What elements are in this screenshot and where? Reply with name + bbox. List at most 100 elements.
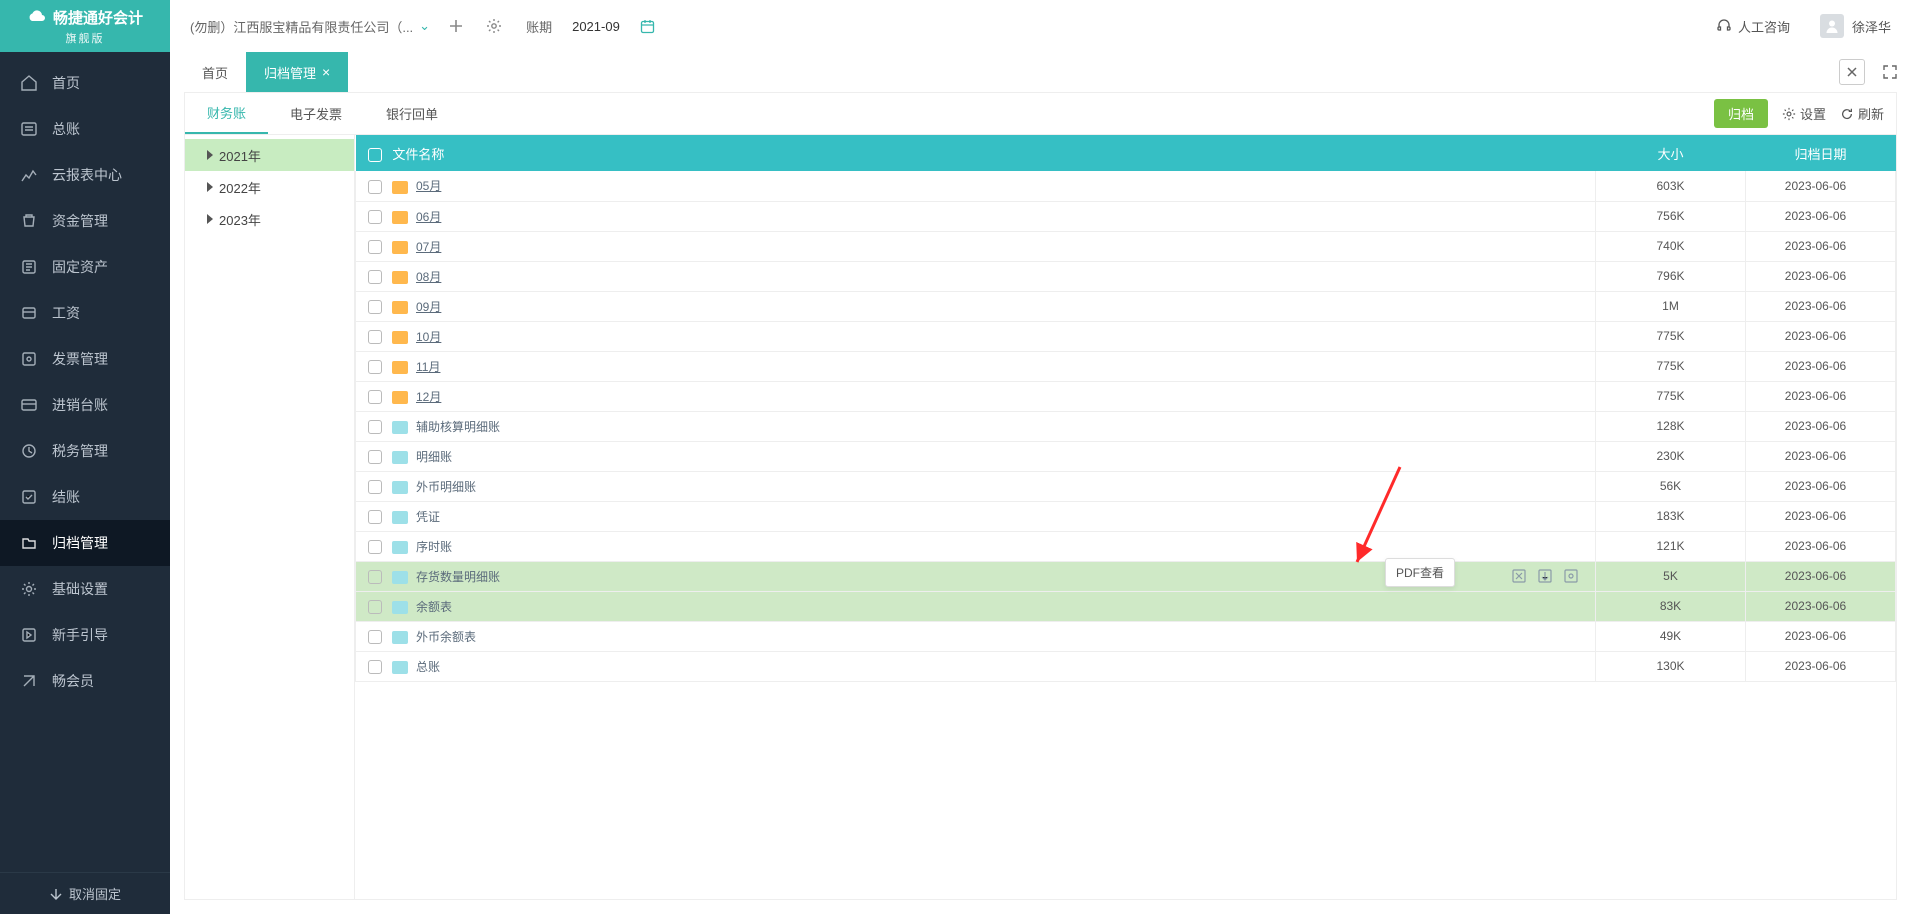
row-checkbox[interactable] <box>368 300 382 314</box>
table-row[interactable]: 06月756K2023-06-06 <box>356 201 1896 231</box>
sidebar-item-0[interactable]: 首页 <box>0 60 170 106</box>
row-checkbox[interactable] <box>368 180 382 194</box>
sidebar-item-12[interactable]: 新手引导 <box>0 612 170 658</box>
archive-button[interactable]: 归档 <box>1714 99 1768 128</box>
row-checkbox[interactable] <box>368 210 382 224</box>
subtab-finance[interactable]: 财务账 <box>185 93 268 134</box>
subtab-bankslip[interactable]: 银行回单 <box>364 93 460 134</box>
table-row[interactable]: 08月796K2023-06-06 <box>356 261 1896 291</box>
calendar-icon[interactable] <box>640 19 655 34</box>
sidebar-item-3[interactable]: 资金管理 <box>0 198 170 244</box>
row-checkbox[interactable] <box>368 390 382 404</box>
consult-button[interactable]: 人工咨询 <box>1716 17 1790 36</box>
file-name-link[interactable]: 07月 <box>416 240 441 254</box>
col-name-header: 文件名称 <box>392 147 444 162</box>
table-row[interactable]: 11月775K2023-06-06 <box>356 351 1896 381</box>
subtab-einvoice[interactable]: 电子发票 <box>268 93 364 134</box>
file-name: 辅助核算明细账 <box>416 420 500 434</box>
file-date: 2023-06-06 <box>1746 621 1896 651</box>
table-row[interactable]: 12月 775K2023-06-06 <box>356 381 1896 411</box>
sidebar-item-9[interactable]: 结账 <box>0 474 170 520</box>
table-row[interactable]: 07月740K2023-06-06 <box>356 231 1896 261</box>
row-checkbox[interactable] <box>368 570 382 584</box>
sidebar-item-7[interactable]: 进销台账 <box>0 382 170 428</box>
table-row[interactable]: 明细账230K2023-06-06 <box>356 441 1896 471</box>
tree-year-2[interactable]: 2023年 <box>185 203 354 235</box>
sidebar-item-label: 税务管理 <box>52 441 108 461</box>
row-checkbox[interactable] <box>368 600 382 614</box>
sidebar-item-label: 发票管理 <box>52 349 108 369</box>
sidebar-item-1[interactable]: 总账 <box>0 106 170 152</box>
refresh-link[interactable]: 刷新 <box>1840 104 1884 123</box>
file-date: 2023-06-06 <box>1746 381 1896 411</box>
sidebar-item-5[interactable]: 工资 <box>0 290 170 336</box>
file-name: 凭证 <box>416 510 440 524</box>
select-all-checkbox[interactable] <box>368 148 382 162</box>
sidebar-item-13[interactable]: 畅会员 <box>0 658 170 704</box>
row-checkbox[interactable] <box>368 240 382 254</box>
table-row[interactable]: 序时账121K2023-06-06 <box>356 531 1896 561</box>
tab-archive[interactable]: 归档管理 × <box>246 52 348 92</box>
refresh-icon <box>1840 107 1854 121</box>
excel-download-icon[interactable] <box>1511 568 1527 584</box>
table-row[interactable]: 存货数量明细账5K2023-06-06 <box>356 561 1896 591</box>
file-name-link[interactable]: 06月 <box>416 210 441 224</box>
sidebar-item-11[interactable]: 基础设置 <box>0 566 170 612</box>
row-checkbox[interactable] <box>368 510 382 524</box>
sidebar-item-8[interactable]: 税务管理 <box>0 428 170 474</box>
tabbar-close-icon[interactable] <box>1839 59 1865 85</box>
row-checkbox[interactable] <box>368 360 382 374</box>
file-name: 外币余额表 <box>416 630 476 644</box>
file-date: 2023-06-06 <box>1746 561 1896 591</box>
file-name-link[interactable]: 05月 <box>416 179 441 193</box>
file-name-link[interactable]: 08月 <box>416 270 441 284</box>
tree-year-1[interactable]: 2022年 <box>185 171 354 203</box>
table-row[interactable]: 09月1M2023-06-06 <box>356 291 1896 321</box>
chevron-down-icon: ⌄ <box>419 18 430 34</box>
user-block[interactable]: 徐泽华 <box>1820 14 1891 38</box>
sidebar-item-2[interactable]: 云报表中心 <box>0 152 170 198</box>
company-selector[interactable]: (勿删）江西服宝精品有限责任公司（... ⌄ <box>190 17 430 36</box>
close-icon[interactable]: × <box>322 64 330 80</box>
file-size: 775K <box>1596 381 1746 411</box>
file-name-link[interactable]: 11月 <box>416 360 440 374</box>
nav-list: 首页总账云报表中心资金管理固定资产工资发票管理进销台账税务管理结账归档管理基础设… <box>0 52 170 872</box>
nav-icon-13 <box>20 672 38 690</box>
row-checkbox[interactable] <box>368 330 382 344</box>
table-row[interactable]: 10月775K2023-06-06 <box>356 321 1896 351</box>
tree-year-0[interactable]: 2021年 <box>185 139 354 171</box>
table-row[interactable]: 辅助核算明细账128K2023-06-06 <box>356 411 1896 441</box>
file-date: 2023-06-06 <box>1746 291 1896 321</box>
table-row[interactable]: 外币明细账56K2023-06-06 <box>356 471 1896 501</box>
file-name-link[interactable]: 10月 <box>416 330 441 344</box>
row-checkbox[interactable] <box>368 630 382 644</box>
table-row[interactable]: 05月603K2023-06-06 <box>356 171 1896 201</box>
row-checkbox[interactable] <box>368 660 382 674</box>
gear-icon[interactable] <box>482 14 506 38</box>
row-checkbox[interactable] <box>368 270 382 284</box>
pdf-download-icon[interactable] <box>1537 568 1553 584</box>
row-checkbox[interactable] <box>368 540 382 554</box>
settings-link[interactable]: 设置 <box>1782 104 1826 123</box>
row-checkbox[interactable] <box>368 450 382 464</box>
file-name-link[interactable]: 12月 <box>416 390 441 404</box>
tab-home[interactable]: 首页 <box>184 52 246 92</box>
sidebar-item-6[interactable]: 发票管理 <box>0 336 170 382</box>
file-name-link[interactable]: 09月 <box>416 300 441 314</box>
nav-icon-5 <box>20 304 38 322</box>
fullscreen-icon[interactable] <box>1877 59 1903 85</box>
sidebar-item-4[interactable]: 固定资产 <box>0 244 170 290</box>
row-checkbox[interactable] <box>368 420 382 434</box>
pdf-view-icon[interactable] <box>1563 568 1579 584</box>
row-checkbox[interactable] <box>368 480 382 494</box>
sidebar-item-10[interactable]: 归档管理 <box>0 520 170 566</box>
table-row[interactable]: 外币余额表49K2023-06-06 <box>356 621 1896 651</box>
consult-label: 人工咨询 <box>1738 17 1790 36</box>
sidebar-unpin[interactable]: 取消固定 <box>0 872 170 914</box>
table-row[interactable]: 凭证183K2023-06-06 <box>356 501 1896 531</box>
table-row[interactable]: 余额表83K2023-06-06 <box>356 591 1896 621</box>
brand-block[interactable]: 畅捷通好会计 旗舰版 <box>0 0 170 52</box>
table-row[interactable]: 总账130K2023-06-06 <box>356 651 1896 681</box>
add-icon[interactable] <box>444 14 468 38</box>
file-name: 总账 <box>416 660 440 674</box>
